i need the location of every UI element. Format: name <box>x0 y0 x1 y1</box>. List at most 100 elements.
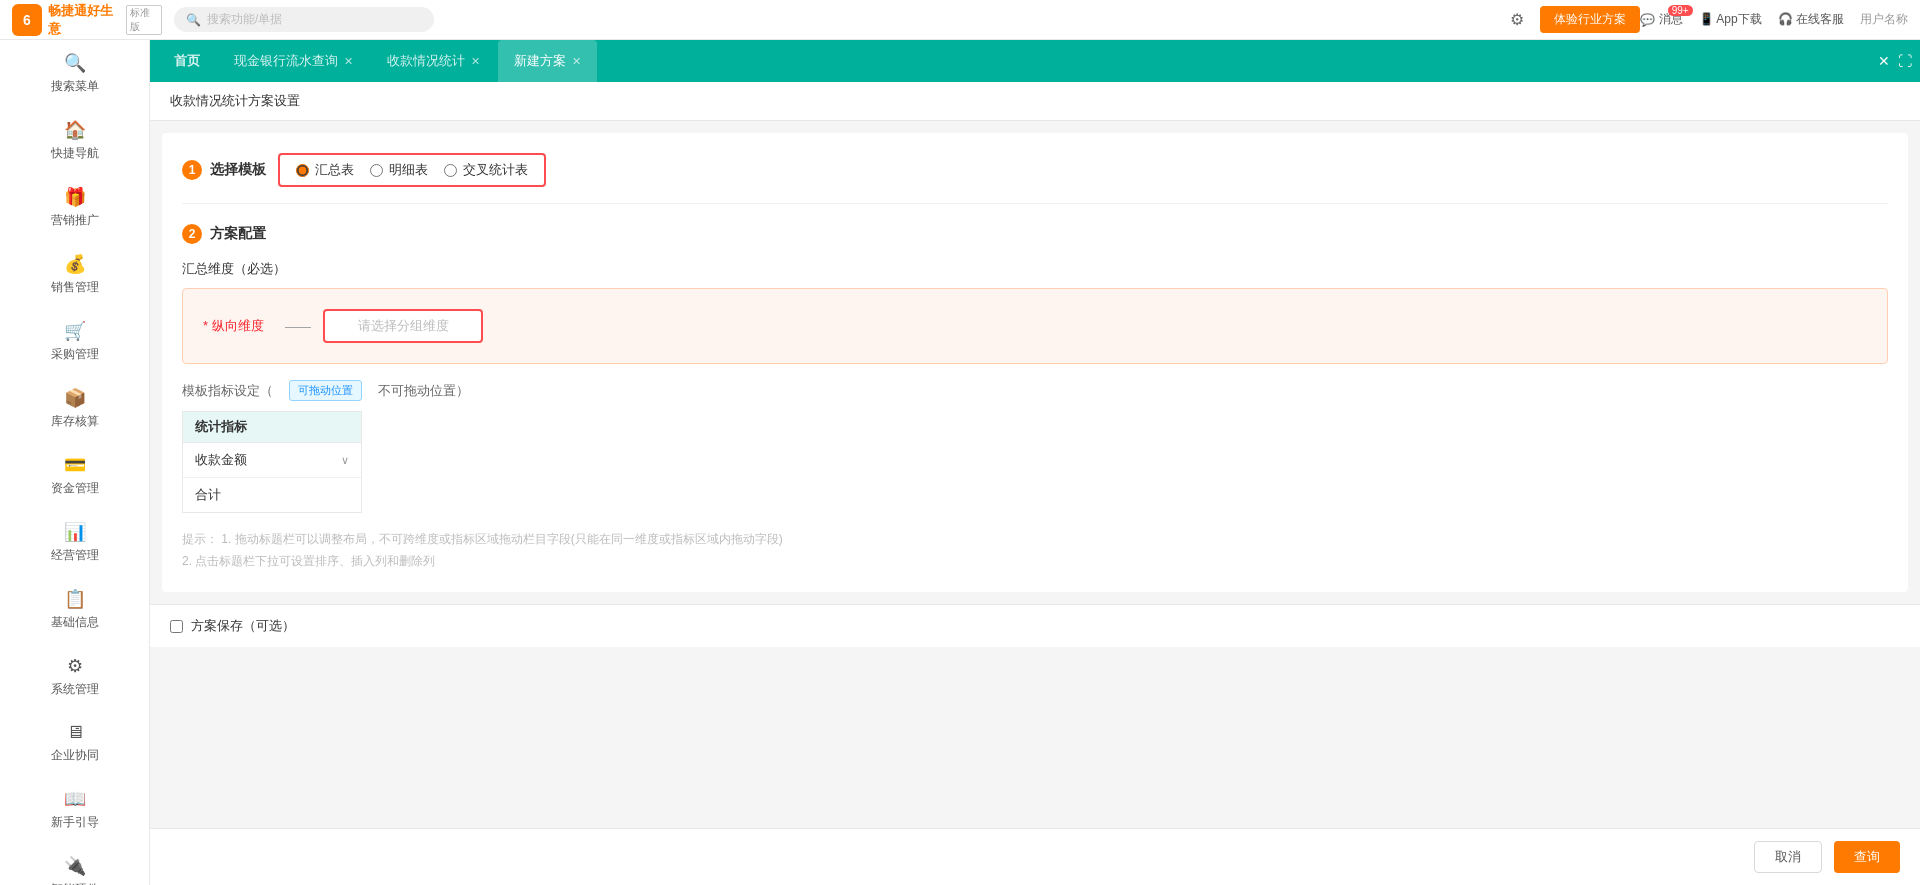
sidebar-item-label: 搜索菜单 <box>51 78 99 95</box>
content-area: 首页 现金银行流水查询 ✕ 收款情况统计 ✕ 新建方案 ✕ ✕ ⛶ 收 <box>150 40 1920 885</box>
sidebar-item-label: 采购管理 <box>51 346 99 363</box>
page-content: 收款情况统计方案设置 1 选择模板 汇总表 明细表 <box>150 82 1920 828</box>
sales-icon: 💰 <box>64 253 86 275</box>
sidebar-item-guide[interactable]: 📖 新手引导 <box>0 776 149 843</box>
app-tag: 标准版 <box>126 5 162 35</box>
radio-summary-input[interactable] <box>296 164 309 177</box>
topbar: 6 畅捷通好生意 标准版 🔍 搜索功能/单据 ⚙ 体验行业方案 💬 消息 99+… <box>0 0 1920 40</box>
tab-cashflow-close[interactable]: ✕ <box>344 55 353 68</box>
row-dimension-label: * 纵向维度 <box>203 317 273 335</box>
query-button[interactable]: 查询 <box>1834 841 1900 873</box>
finance-icon: 💳 <box>64 454 86 476</box>
tab-new-plan-label: 新建方案 <box>514 52 566 70</box>
tip-2: 2. 点击标题栏下拉可设置排序、插入列和删除列 <box>182 551 1888 573</box>
tab-cashflow[interactable]: 现金银行流水查询 ✕ <box>218 40 369 82</box>
sidebar-item-basic-info[interactable]: 📋 基础信息 <box>0 576 149 643</box>
sidebar-item-label: 库存核算 <box>51 413 99 430</box>
radio-detail-input[interactable] <box>370 164 383 177</box>
sidebar-item-sales[interactable]: 💰 销售管理 <box>0 241 149 308</box>
indicator-table: 统计指标 收款金额 ∨ 合计 <box>182 411 362 513</box>
radio-cross-input[interactable] <box>444 164 457 177</box>
tip-1: 提示： 1. 拖动标题栏可以调整布局，不可跨维度或指标区域拖动栏目字段(只能在同… <box>182 529 1888 551</box>
radio-summary[interactable]: 汇总表 <box>296 161 354 179</box>
indicator-section: 模板指标设定（ 可拖动位置 不可拖动位置） 统计指标 收款金额 ∨ 合计 <box>182 380 1888 513</box>
user-area[interactable]: 用户名称 <box>1860 11 1908 28</box>
search-bar[interactable]: 🔍 搜索功能/单据 <box>174 7 434 32</box>
tab-close-all-icon[interactable]: ✕ <box>1878 53 1890 69</box>
indicator-header: 模板指标设定（ 可拖动位置 不可拖动位置） <box>182 380 1888 401</box>
notification-area[interactable]: 💬 消息 99+ <box>1640 11 1683 28</box>
indicator-total: 合计 <box>183 478 361 512</box>
section1-number: 1 <box>182 160 202 180</box>
app-icon: 6 <box>12 4 42 36</box>
tips-section: 提示： 1. 拖动标题栏可以调整布局，不可跨维度或指标区域拖动栏目字段(只能在同… <box>182 529 1888 572</box>
tab-new-plan[interactable]: 新建方案 ✕ <box>498 40 597 82</box>
purchase-icon: 🛒 <box>64 320 86 342</box>
tab-home[interactable]: 首页 <box>158 40 216 82</box>
indicator-settings-label: 模板指标设定（ <box>182 382 273 400</box>
sidebar-item-label: 资金管理 <box>51 480 99 497</box>
sidebar-item-quicknav[interactable]: 🏠 快捷导航 <box>0 107 149 174</box>
tabbar-controls: ✕ ⛶ <box>1878 53 1912 69</box>
tab-expand-icon[interactable]: ⛶ <box>1898 53 1912 69</box>
inventory-icon: 📦 <box>64 387 86 409</box>
dimension-select-placeholder: 请选择分组维度 <box>358 318 449 333</box>
sidebar-item-label: 企业协同 <box>51 747 99 764</box>
trial-button[interactable]: 体验行业方案 <box>1540 6 1640 33</box>
sidebar: 🔍 搜索菜单 🏠 快捷导航 🎁 营销推广 💰 销售管理 🛒 采购管理 📦 库存核… <box>0 40 150 885</box>
sidebar-item-hardware[interactable]: 🔌 智能硬件 <box>0 843 149 885</box>
gear-icon[interactable]: ⚙ <box>1510 10 1524 29</box>
save-option: 方案保存（可选） <box>150 604 1920 647</box>
cancel-button[interactable]: 取消 <box>1754 841 1822 873</box>
sidebar-item-finance[interactable]: 💳 资金管理 <box>0 442 149 509</box>
dimension-row: * 纵向维度 —— 请选择分组维度 <box>203 309 1867 343</box>
app-logo: 6 畅捷通好生意 标准版 <box>12 2 162 38</box>
dimension-select[interactable]: 请选择分组维度 <box>323 309 483 343</box>
tab-new-plan-close[interactable]: ✕ <box>572 55 581 68</box>
footer-actions: 取消 查询 <box>150 828 1920 885</box>
service-area[interactable]: 🎧 在线客服 <box>1778 11 1844 28</box>
download-label: App下载 <box>1716 12 1761 26</box>
service-icon: 🎧 <box>1778 12 1793 26</box>
sidebar-item-purchase[interactable]: 🛒 采购管理 <box>0 308 149 375</box>
sidebar-item-inventory[interactable]: 📦 库存核算 <box>0 375 149 442</box>
main-layout: 🔍 搜索菜单 🏠 快捷导航 🎁 营销推广 💰 销售管理 🛒 采购管理 📦 库存核… <box>0 40 1920 885</box>
radio-summary-label: 汇总表 <box>315 161 354 179</box>
sidebar-item-enterprise[interactable]: 🖥 企业协同 <box>0 710 149 776</box>
sidebar-item-label: 智能硬件 <box>51 881 99 885</box>
radio-cross-label: 交叉统计表 <box>463 161 528 179</box>
sidebar-item-system[interactable]: ⚙ 系统管理 <box>0 643 149 710</box>
radio-cross[interactable]: 交叉统计表 <box>444 161 528 179</box>
dimension-sublabel: 汇总维度（必选） <box>182 260 1888 278</box>
indicator-row-label: 收款金额 <box>195 451 247 469</box>
tab-receipts-close[interactable]: ✕ <box>471 55 480 68</box>
sidebar-item-search[interactable]: 🔍 搜索菜单 <box>0 40 149 107</box>
download-icon: 📱 <box>1699 12 1714 26</box>
service-label: 在线客服 <box>1796 12 1844 26</box>
divider1 <box>182 203 1888 204</box>
tabbar: 首页 现金银行流水查询 ✕ 收款情况统计 ✕ 新建方案 ✕ ✕ ⛶ <box>150 40 1920 82</box>
arrow-separator: —— <box>285 319 311 334</box>
tab-receipts[interactable]: 收款情况统计 ✕ <box>371 40 496 82</box>
sidebar-item-label: 基础信息 <box>51 614 99 631</box>
sidebar-item-label: 新手引导 <box>51 814 99 831</box>
message-icon: 💬 <box>1640 13 1655 27</box>
sidebar-item-operations[interactable]: 📊 经营管理 <box>0 509 149 576</box>
non-draggable-label: 不可拖动位置） <box>378 382 469 400</box>
section2-title: 2 方案配置 <box>182 224 1888 244</box>
hardware-icon: 🔌 <box>64 855 86 877</box>
download-area[interactable]: 📱 App下载 <box>1699 11 1762 28</box>
tab-receipts-label: 收款情况统计 <box>387 52 465 70</box>
basic-info-icon: 📋 <box>64 588 86 610</box>
sidebar-item-marketing[interactable]: 🎁 营销推广 <box>0 174 149 241</box>
section2: 2 方案配置 汇总维度（必选） * 纵向维度 —— 请选择分组维度 <box>182 224 1888 572</box>
radio-detail[interactable]: 明细表 <box>370 161 428 179</box>
dimension-area: * 纵向维度 —— 请选择分组维度 <box>182 288 1888 364</box>
save-checkbox[interactable] <box>170 620 183 633</box>
section2-number: 2 <box>182 224 202 244</box>
form-container: 1 选择模板 汇总表 明细表 交叉统计表 <box>162 133 1908 592</box>
marketing-icon: 🎁 <box>64 186 86 208</box>
indicator-table-row[interactable]: 收款金额 ∨ <box>183 443 361 478</box>
save-label: 方案保存（可选） <box>191 617 295 635</box>
indicator-dropdown-icon[interactable]: ∨ <box>341 454 349 467</box>
